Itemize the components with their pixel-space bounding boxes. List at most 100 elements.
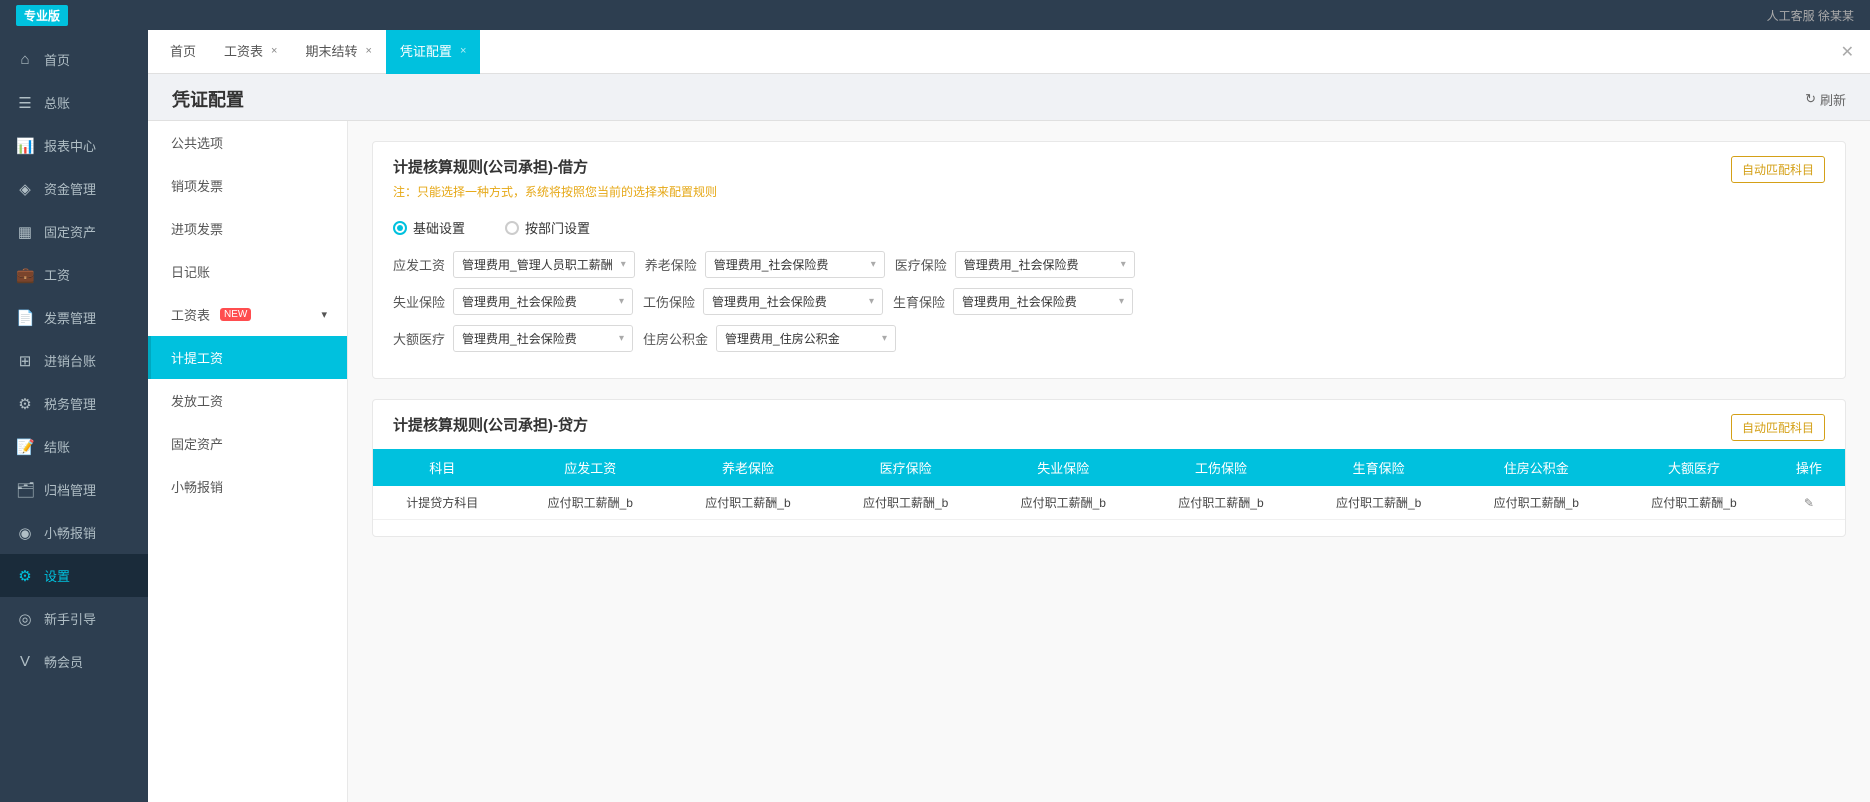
sidebar-item-invoice[interactable]: 📄 发票管理 [0,296,148,339]
select-medical[interactable]: 管理费用_社会保险费 ▾ [955,251,1135,278]
sidebar-label-inventory: 进销台账 [44,351,96,370]
refresh-button[interactable]: ↻ 刷新 [1805,90,1846,109]
nav-label-journal: 日记账 [171,262,210,281]
select-housing-fund[interactable]: 管理费用_住房公积金 ▾ [716,325,896,352]
field-medical: 医疗保险 管理费用_社会保险费 ▾ [895,251,1135,278]
section-debit-notice: 注：只能选择一种方式，系统将按照您当前的选择来配置规则 [393,183,1711,200]
th-unemployment: 失业保险 [984,449,1142,486]
close-panel-button[interactable]: ✕ [1833,42,1862,62]
nav-label-sales: 销项发票 [171,176,223,195]
tab-payroll-table-close[interactable]: × [271,45,277,57]
radio-basic-setup[interactable]: 基础设置 [393,218,465,237]
table-row: 计提贷方科目 应付职工薪酬_b 应付职工薪酬_b 应付职工薪酬_b 应付职工薪酬… [373,486,1845,520]
sidebar-item-fixed-assets[interactable]: ▦ 固定资产 [0,210,148,253]
select-major-medical[interactable]: 管理费用_社会保险费 ▾ [453,325,633,352]
main-panel: 计提核算规则(公司承担)-借方 注：只能选择一种方式，系统将按照您当前的选择来配… [348,121,1870,802]
label-medical: 医疗保险 [895,255,947,274]
chevron-down-housing: ▾ [882,333,887,344]
nav-item-sales-invoice[interactable]: 销项发票 [148,164,347,207]
chevron-down-maternity: ▾ [1119,296,1124,307]
sidebar-item-archive[interactable]: 🗂 归档管理 [0,468,148,511]
sidebar-item-tax[interactable]: ⚙ 税务管理 [0,382,148,425]
credit-table: 科目 应发工资 养老保险 医疗保险 失业保险 工伤保险 生育保险 住房公积金 大… [373,449,1845,520]
section-credit-title: 计提核算规则(公司承担)-贷方 [393,414,1711,435]
th-maternity: 生育保险 [1300,449,1458,486]
nav-item-public-options[interactable]: 公共选项 [148,121,347,164]
sidebar-label-general-ledger: 总账 [44,93,70,112]
nav-label-purchase: 进项发票 [171,219,223,238]
sidebar-item-funds[interactable]: ◈ 资金管理 [0,167,148,210]
tab-voucher-config[interactable]: 凭证配置 × [386,30,480,74]
label-salary: 应发工资 [393,255,445,274]
th-injury: 工伤保险 [1142,449,1300,486]
nav-item-expense-nav[interactable]: 小畅报销 [148,465,347,508]
sidebar-item-closing[interactable]: 📝 结账 [0,425,148,468]
select-unemployment[interactable]: 管理费用_社会保险费 ▾ [453,288,633,315]
brand-label: 专业版 [16,5,68,26]
auto-match-debit-button[interactable]: 自动匹配科目 [1731,156,1825,183]
tab-payroll-table[interactable]: 工资表 × [210,30,291,74]
field-housing-fund: 住房公积金 管理费用_住房公积金 ▾ [643,325,896,352]
top-bar-right: 人工客服 徐某某 [1767,7,1854,24]
sidebar-label-tax: 税务管理 [44,394,96,413]
auto-match-credit-button[interactable]: 自动匹配科目 [1731,414,1825,441]
nav-item-purchase-invoice[interactable]: 进项发票 [148,207,347,250]
nav-item-fixed-assets-nav[interactable]: 固定资产 [148,422,347,465]
radio-dept-dot [505,221,519,235]
select-major-medical-value: 管理费用_社会保险费 [462,330,577,347]
select-salary[interactable]: 管理费用_管理人员职工薪酬 ▾ [453,251,635,278]
sidebar-label-funds: 资金管理 [44,179,96,198]
field-maternity: 生育保险 管理费用_社会保险费 ▾ [893,288,1133,315]
sidebar-item-home[interactable]: ⌂ 首页 [0,38,148,81]
tab-home[interactable]: 首页 [156,30,210,74]
td-edit[interactable]: ✎ [1773,486,1845,520]
label-pension: 养老保险 [645,255,697,274]
radio-basic-dot [393,221,407,235]
sidebar-label-invoice: 发票管理 [44,308,96,327]
nav-item-payroll-table[interactable]: 工资表 NEW ▾ [148,293,347,336]
invoice-icon: 📄 [16,309,34,327]
nav-label-payroll-table: 工资表 [171,305,210,324]
label-injury: 工伤保险 [643,292,695,311]
sidebar-item-expense[interactable]: ◉ 小畅报销 [0,511,148,554]
nav-item-wages-payment[interactable]: 发放工资 [148,379,347,422]
field-pension: 养老保险 管理费用_社会保险费 ▾ [645,251,885,278]
sidebar-label-expense: 小畅报销 [44,523,96,542]
edit-icon[interactable]: ✎ [1804,496,1814,510]
sidebar-item-inventory[interactable]: ⊞ 进销台账 [0,339,148,382]
tab-period-carry-forward[interactable]: 期末结转 × [291,30,385,74]
tab-voucher-close[interactable]: × [460,45,466,57]
field-unemployment: 失业保险 管理费用_社会保险费 ▾ [393,288,633,315]
sidebar-item-guide[interactable]: ◎ 新手引导 [0,597,148,640]
nav-item-accrued-wages[interactable]: 计提工资 [148,336,347,379]
sidebar-label-fixed-assets: 固定资产 [44,222,96,241]
select-maternity[interactable]: 管理费用_社会保险费 ▾ [953,288,1133,315]
archive-icon: 🗂 [16,481,34,499]
sidebar-item-general-ledger[interactable]: ☰ 总账 [0,81,148,124]
closing-icon: 📝 [16,438,34,456]
select-pension[interactable]: 管理费用_社会保险费 ▾ [705,251,885,278]
page-header: 凭证配置 ↻ 刷新 [148,74,1870,121]
sidebar-item-vip[interactable]: V 畅会员 [0,640,148,683]
sidebar-label-guide: 新手引导 [44,609,96,628]
radio-department-setup[interactable]: 按部门设置 [505,218,590,237]
section-credit: 计提核算规则(公司承担)-贷方 自动匹配科目 科目 应发工资 养老保险 [372,399,1846,537]
label-major-medical: 大额医疗 [393,329,445,348]
sidebar-item-settings[interactable]: ⚙ 设置 [0,554,148,597]
select-injury[interactable]: 管理费用_社会保险费 ▾ [703,288,883,315]
ledger-icon: ☰ [16,94,34,112]
sidebar-label-closing: 结账 [44,437,70,456]
sidebar-item-payroll[interactable]: 💼 工资 [0,253,148,296]
nav-item-journal[interactable]: 日记账 [148,250,347,293]
td-unemployment: 应付职工薪酬_b [984,486,1142,520]
sidebar-item-reports[interactable]: 📊 报表中心 [0,124,148,167]
nav-label-expense: 小畅报销 [171,477,223,496]
tab-period-close[interactable]: × [365,45,371,57]
chevron-down-pension: ▾ [871,259,876,270]
field-injury: 工伤保险 管理费用_社会保险费 ▾ [643,288,883,315]
select-salary-value: 管理费用_管理人员职工薪酬 [462,256,613,273]
form-row-2: 失业保险 管理费用_社会保险费 ▾ 工伤保险 管理费用_社会保险费 [393,288,1825,315]
th-subject: 科目 [373,449,511,486]
td-major-medical: 应付职工薪酬_b [1615,486,1773,520]
payroll-icon: 💼 [16,266,34,284]
